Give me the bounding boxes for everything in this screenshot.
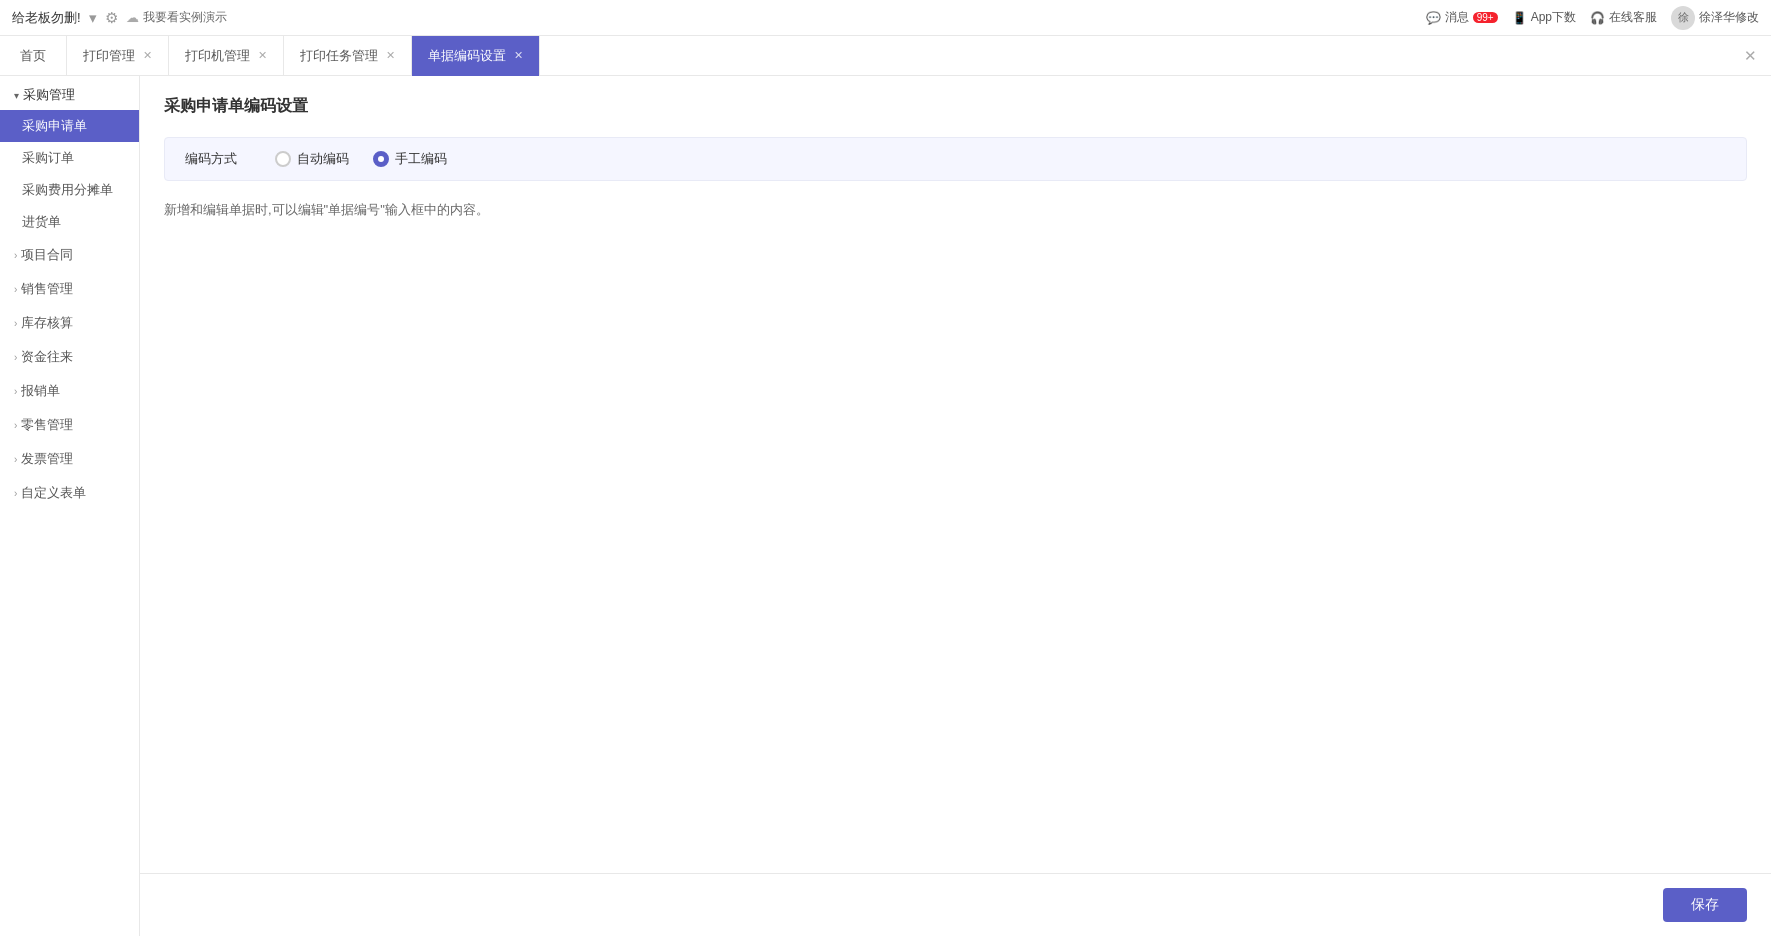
top-bar: 给老板勿删! ▾ ⚙ ☁ 我要看实例演示 💬 消息 99+ 📱 App下数 🎧 …: [0, 0, 1771, 36]
demo-link[interactable]: ☁ 我要看实例演示: [126, 9, 227, 26]
sidebar-group-procurement[interactable]: ▾ 采购管理: [0, 76, 139, 110]
hint-text: 新增和编辑单据时,可以编辑"单据编号"输入框中的内容。: [164, 201, 1747, 219]
main-layout: ▾ 采购管理 采购申请单 采购订单 采购费用分摊单 进货单 › 项目合同 › 销…: [0, 76, 1771, 936]
phone-icon: 📱: [1512, 11, 1527, 25]
radio-auto-circle[interactable]: [275, 151, 291, 167]
sidebar-group-inventory[interactable]: › 库存核算: [0, 306, 139, 340]
sidebar-group-sales[interactable]: › 销售管理: [0, 272, 139, 306]
tab-doc-encoding-close[interactable]: ✕: [514, 49, 523, 62]
message-label: 消息: [1445, 9, 1469, 26]
chevron-down-icon[interactable]: ▾: [89, 9, 97, 27]
tab-print-task[interactable]: 打印任务管理 ✕: [284, 36, 412, 76]
message-action[interactable]: 💬 消息 99+: [1426, 9, 1498, 26]
cloud-icon: ☁: [126, 10, 139, 25]
app-download-action[interactable]: 📱 App下数: [1512, 9, 1576, 26]
tab-doc-encoding-label: 单据编码设置: [428, 47, 506, 65]
tab-print-manage-label: 打印管理: [83, 47, 135, 65]
radio-manual-option[interactable]: 手工编码: [373, 150, 447, 168]
page-title: 采购申请单编码设置: [164, 96, 1747, 117]
top-bar-left: 给老板勿删! ▾ ⚙ ☁ 我要看实例演示: [12, 9, 227, 27]
save-button[interactable]: 保存: [1663, 888, 1747, 922]
user-info[interactable]: 徐 徐泽华修改: [1671, 6, 1759, 30]
sidebar: ▾ 采购管理 采购申请单 采购订单 采购费用分摊单 进货单 › 项目合同 › 销…: [0, 76, 140, 936]
tab-print-task-label: 打印任务管理: [300, 47, 378, 65]
arrow-retail: ›: [14, 420, 17, 431]
online-service-action[interactable]: 🎧 在线客服: [1590, 9, 1657, 26]
tab-print-task-close[interactable]: ✕: [386, 49, 395, 62]
online-service-label: 在线客服: [1609, 9, 1657, 26]
top-bar-right: 💬 消息 99+ 📱 App下数 🎧 在线客服 徐 徐泽华修改: [1426, 6, 1759, 30]
arrow-inventory: ›: [14, 318, 17, 329]
radio-auto-label: 自动编码: [297, 150, 349, 168]
tab-print-manage[interactable]: 打印管理 ✕: [67, 36, 169, 76]
sidebar-item-inbound[interactable]: 进货单: [0, 206, 139, 238]
tab-home-label: 首页: [20, 47, 46, 65]
radio-auto-option[interactable]: 自动编码: [275, 150, 349, 168]
content-body: 采购申请单编码设置 编码方式 自动编码 手工编码 新增和编辑单据时,可以编辑"单…: [140, 76, 1771, 873]
group-arrow-procurement: ▾: [14, 90, 19, 101]
user-name: 徐泽华修改: [1699, 9, 1759, 26]
radio-manual-circle[interactable]: [373, 151, 389, 167]
tab-bar: 首页 打印管理 ✕ 打印机管理 ✕ 打印任务管理 ✕ 单据编码设置 ✕ ✕: [0, 36, 1771, 76]
app-download-label: App下数: [1531, 9, 1576, 26]
sidebar-item-purchase-expense[interactable]: 采购费用分摊单: [0, 174, 139, 206]
brand-label: 给老板勿删!: [12, 9, 81, 27]
sidebar-item-purchase-request[interactable]: 采购申请单: [0, 110, 139, 142]
sidebar-group-project[interactable]: › 项目合同: [0, 238, 139, 272]
arrow-custom: ›: [14, 488, 17, 499]
headset-icon: 🎧: [1590, 11, 1605, 25]
content-footer: 保存: [140, 873, 1771, 936]
arrow-finance: ›: [14, 352, 17, 363]
settings-icon[interactable]: ⚙: [105, 9, 118, 27]
sidebar-group-expense[interactable]: › 报销单: [0, 374, 139, 408]
message-badge: 99+: [1473, 12, 1498, 23]
arrow-project: ›: [14, 250, 17, 261]
tab-doc-encoding[interactable]: 单据编码设置 ✕: [412, 36, 540, 76]
sidebar-item-purchase-order[interactable]: 采购订单: [0, 142, 139, 174]
sidebar-group-finance[interactable]: › 资金往来: [0, 340, 139, 374]
tab-printer-manage-label: 打印机管理: [185, 47, 250, 65]
arrow-sales: ›: [14, 284, 17, 295]
avatar: 徐: [1671, 6, 1695, 30]
encoding-section: 编码方式 自动编码 手工编码: [164, 137, 1747, 181]
sidebar-group-invoice[interactable]: › 发票管理: [0, 442, 139, 476]
encoding-label: 编码方式: [185, 150, 245, 168]
sidebar-group-retail[interactable]: › 零售管理: [0, 408, 139, 442]
arrow-expense: ›: [14, 386, 17, 397]
tab-printer-manage-close[interactable]: ✕: [258, 49, 267, 62]
message-icon: 💬: [1426, 11, 1441, 25]
tab-home[interactable]: 首页: [0, 36, 67, 76]
arrow-invoice: ›: [14, 454, 17, 465]
tab-print-manage-close[interactable]: ✕: [143, 49, 152, 62]
content-area: 采购申请单编码设置 编码方式 自动编码 手工编码 新增和编辑单据时,可以编辑"单…: [140, 76, 1771, 936]
tab-printer-manage[interactable]: 打印机管理 ✕: [169, 36, 284, 76]
radio-manual-label: 手工编码: [395, 150, 447, 168]
demo-text: 我要看实例演示: [143, 9, 227, 26]
group-label-procurement: 采购管理: [23, 86, 75, 104]
sidebar-group-custom[interactable]: › 自定义表单: [0, 476, 139, 510]
page-close-icon[interactable]: ✕: [1738, 47, 1763, 65]
